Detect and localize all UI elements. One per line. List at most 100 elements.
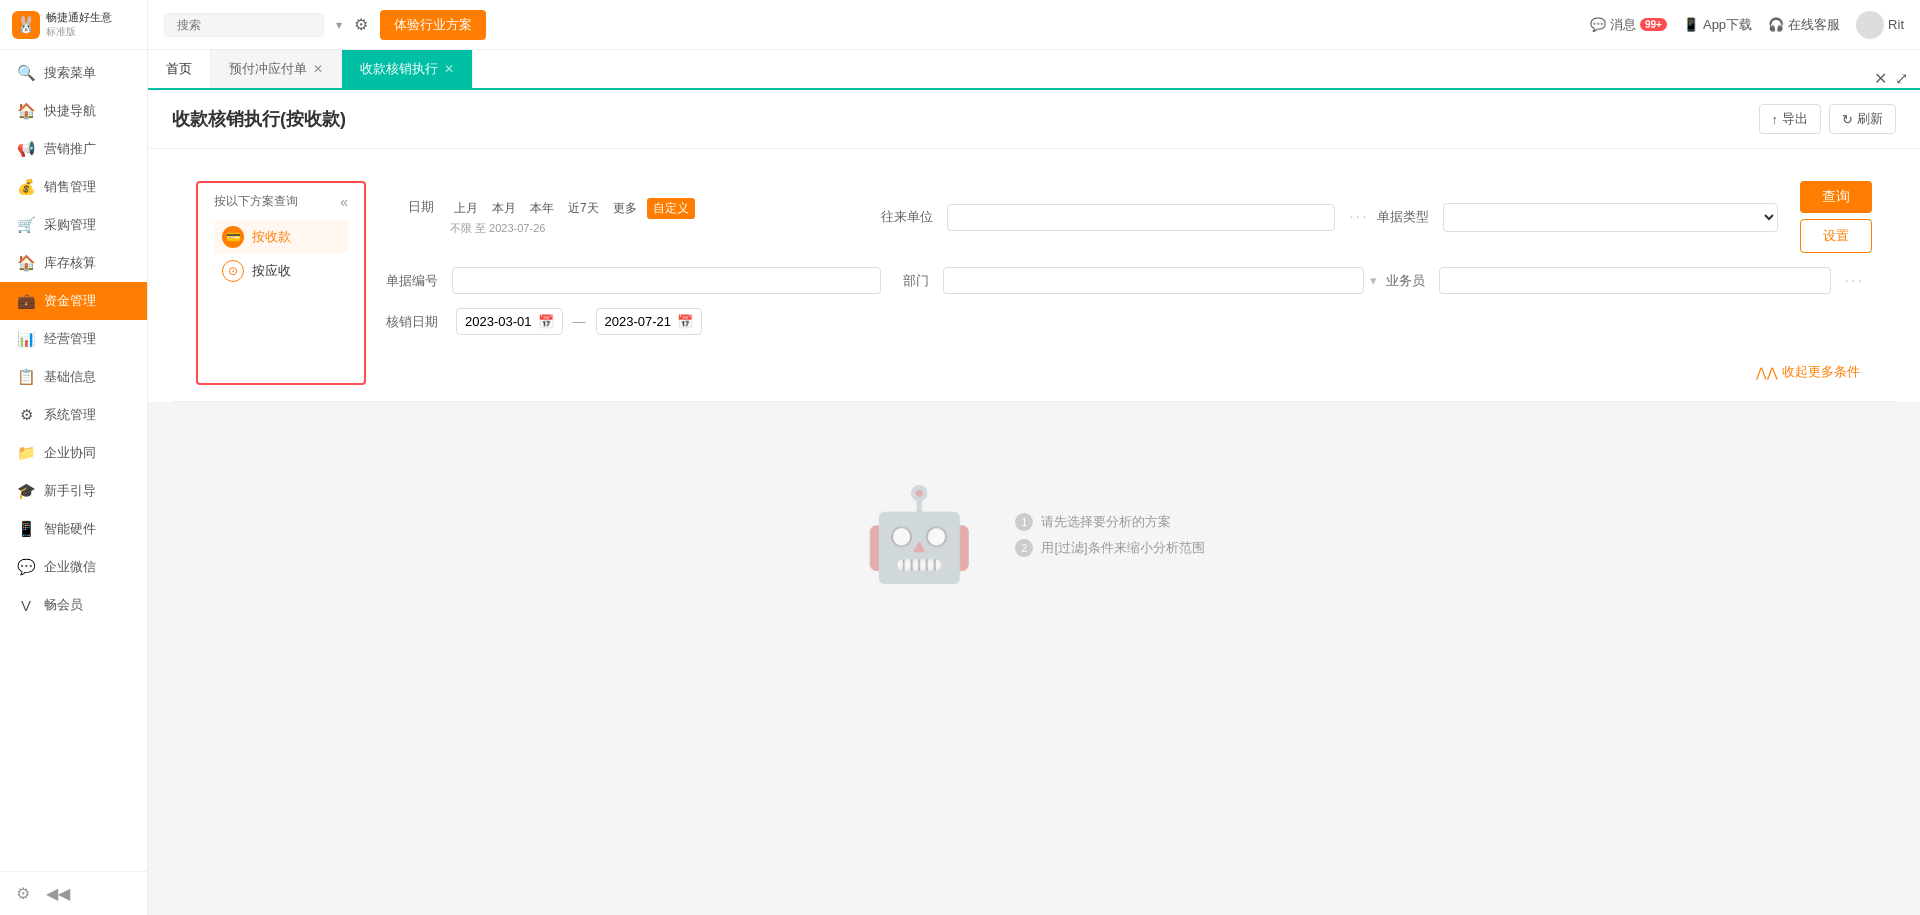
- topbar-search-input[interactable]: [164, 13, 324, 37]
- nucleardate-row: 核销日期 2023-03-01 📅 — 2023-07-21 📅: [386, 308, 1872, 335]
- doc-type-select[interactable]: [1443, 203, 1778, 232]
- system-icon: ⚙: [16, 406, 36, 424]
- tab-close-window-icon[interactable]: ✕: [1874, 69, 1887, 88]
- query-type-by-receipt[interactable]: 💳 按收款: [214, 220, 348, 254]
- sidebar-item-quick-nav[interactable]: 🏠 快捷导航: [0, 92, 147, 130]
- sidebar-item-smart-hw[interactable]: 📱 智能硬件: [0, 510, 147, 548]
- sidebar-item-wechat[interactable]: 💬 企业微信: [0, 548, 147, 586]
- counterpart-label: 往来单位: [881, 208, 933, 226]
- filter-panel: 按以下方案查询 « 💳 按收款 ⊙ 按应收: [172, 165, 1896, 402]
- query-type-by-receivable[interactable]: ⊙ 按应收: [214, 254, 348, 288]
- salesperson-input[interactable]: [1439, 267, 1831, 294]
- date-this-year[interactable]: 本年: [526, 198, 558, 219]
- date-custom[interactable]: 自定义: [647, 198, 695, 219]
- sidebar-item-marketing[interactable]: 📢 营销推广: [0, 130, 147, 168]
- date-7days[interactable]: 近7天: [564, 198, 603, 219]
- date-separator: —: [573, 314, 586, 329]
- page-title: 收款核销执行(按收款): [172, 107, 346, 145]
- messages-item[interactable]: 💬 消息 99+: [1590, 16, 1667, 34]
- filter-row-1: 日期 上月 本月 本年 近7天 更多 自定义: [386, 181, 1872, 253]
- filter-row-2: 单据编号 部门 ▾ 业务员 ···: [386, 267, 1872, 294]
- doc-no-input[interactable]: [452, 267, 881, 294]
- sidebar-item-finance[interactable]: 💼 资金管理: [0, 282, 147, 320]
- tab-maximize-icon[interactable]: ⤢: [1895, 69, 1908, 88]
- tab-home[interactable]: 首页: [148, 50, 211, 88]
- guide-icon: 🎓: [16, 482, 36, 500]
- date-to: 至 2023-07-26: [475, 222, 545, 234]
- sales-icon: 💰: [16, 178, 36, 196]
- query-button[interactable]: 查询: [1800, 181, 1872, 213]
- sidebar-item-guide[interactable]: 🎓 新手引导: [0, 472, 147, 510]
- page-content: 收款核销执行(按收款) ↑ 导出 ↻ 刷新 按以下方案查询 «: [148, 90, 1920, 915]
- app-download-label: App下载: [1703, 16, 1752, 34]
- tab-actions: ✕ ⤢: [1874, 69, 1920, 88]
- finance-icon: 💼: [16, 292, 36, 310]
- dept-label: 部门: [881, 272, 929, 290]
- app-logo: 🐰 畅捷通好生意 标准版: [0, 0, 147, 50]
- basic-info-icon: 📋: [16, 368, 36, 386]
- date-more[interactable]: 更多: [609, 198, 641, 219]
- tab-receivable-close-icon[interactable]: ✕: [444, 62, 454, 76]
- message-icon: 💬: [1590, 17, 1606, 32]
- date-label: 日期: [386, 198, 434, 216]
- dept-input[interactable]: [943, 267, 1363, 294]
- date-last-month[interactable]: 上月: [450, 198, 482, 219]
- nucleardate-label: 核销日期: [386, 313, 438, 331]
- tab-prepay-close-icon[interactable]: ✕: [313, 62, 323, 76]
- user-avatar: [1856, 11, 1884, 39]
- nucleardate-start-input[interactable]: 2023-03-01 📅: [456, 308, 563, 335]
- operations-icon: 📊: [16, 330, 36, 348]
- setting-button[interactable]: 设置: [1800, 219, 1872, 253]
- sidebar-item-system[interactable]: ⚙ 系统管理: [0, 396, 147, 434]
- dept-dropdown-icon: ▾: [1370, 273, 1377, 288]
- page-header: 收款核销执行(按收款) ↑ 导出 ↻ 刷新: [148, 90, 1920, 149]
- messages-badge: 99+: [1640, 18, 1667, 31]
- query-type-title: 按以下方案查询 «: [214, 193, 348, 210]
- query-type-box: 按以下方案查询 « 💳 按收款 ⊙ 按应收: [196, 181, 366, 385]
- tab-prepay-offset[interactable]: 预付冲应付单 ✕: [211, 50, 342, 88]
- sidebar-item-operations[interactable]: 📊 经营管理: [0, 320, 147, 358]
- topbar: ▾ ⚙ 体验行业方案 💬 消息 99+ 📱 App下载 🎧 在线客服 Rit: [148, 0, 1920, 50]
- logo-icon: 🐰: [12, 11, 40, 39]
- empty-step-2: 2 用[过滤]条件来缩小分析范围: [1015, 539, 1204, 557]
- sidebar-item-enterprise[interactable]: 📁 企业协同: [0, 434, 147, 472]
- date-this-month[interactable]: 本月: [488, 198, 520, 219]
- nucleardate-end-value: 2023-07-21: [605, 314, 672, 329]
- filter-section: 按以下方案查询 « 💳 按收款 ⊙ 按应收: [148, 149, 1920, 402]
- tab-receivable-offset[interactable]: 收款核销执行 ✕: [342, 50, 473, 88]
- sidebar-item-sales[interactable]: 💰 销售管理: [0, 168, 147, 206]
- sidebar-nav: 🔍 搜索菜单 🏠 快捷导航 📢 营销推广 💰 销售管理 🛒 采购管理 🏠 库存核…: [0, 50, 147, 871]
- tab-home-label: 首页: [166, 60, 192, 78]
- user-name: Rit: [1888, 17, 1904, 32]
- nucleardate-end-input[interactable]: 2023-07-21 📅: [596, 308, 703, 335]
- settings-gear-icon[interactable]: ⚙: [16, 884, 30, 903]
- sidebar-item-vip[interactable]: V 畅会员: [0, 586, 147, 624]
- collapse-more-button[interactable]: ⋀⋀ 收起更多条件: [1744, 359, 1872, 385]
- refresh-button[interactable]: ↻ 刷新: [1829, 104, 1896, 134]
- export-button[interactable]: ↑ 导出: [1759, 104, 1822, 134]
- counterpart-dots: ···: [1349, 208, 1368, 226]
- sidebar-item-inventory[interactable]: 🏠 库存核算: [0, 244, 147, 282]
- tabbar: 首页 预付冲应付单 ✕ 收款核销执行 ✕ ✕ ⤢: [148, 50, 1920, 90]
- filter-fields: 日期 上月 本月 本年 近7天 更多 自定义: [386, 181, 1872, 385]
- sidebar-item-purchase[interactable]: 🛒 采购管理: [0, 206, 147, 244]
- industry-solution-button[interactable]: 体验行业方案: [380, 10, 486, 40]
- topbar-gear-icon[interactable]: ⚙: [354, 15, 368, 34]
- online-service-item[interactable]: 🎧 在线客服: [1768, 16, 1840, 34]
- sidebar-item-basic-info[interactable]: 📋 基础信息: [0, 358, 147, 396]
- vip-icon: V: [16, 597, 36, 614]
- search-menu-icon: 🔍: [16, 64, 36, 82]
- wechat-icon: 💬: [16, 558, 36, 576]
- inventory-icon: 🏠: [16, 254, 36, 272]
- sidebar-collapse-icon[interactable]: ◀◀: [46, 884, 70, 903]
- sidebar-item-search-menu[interactable]: 🔍 搜索菜单: [0, 54, 147, 92]
- app-download-item[interactable]: 📱 App下载: [1683, 16, 1752, 34]
- counterpart-input[interactable]: [947, 204, 1335, 231]
- app-download-icon: 📱: [1683, 17, 1699, 32]
- user-profile[interactable]: Rit: [1856, 11, 1904, 39]
- tab-receivable-label: 收款核销执行: [360, 60, 438, 78]
- query-type-collapse-button[interactable]: «: [340, 194, 348, 210]
- app-version: 标准版: [46, 25, 112, 39]
- salesperson-dots: ···: [1845, 272, 1864, 290]
- sidebar: 🐰 畅捷通好生意 标准版 🔍 搜索菜单 🏠 快捷导航 📢 营销推广 💰 销售管理…: [0, 0, 148, 915]
